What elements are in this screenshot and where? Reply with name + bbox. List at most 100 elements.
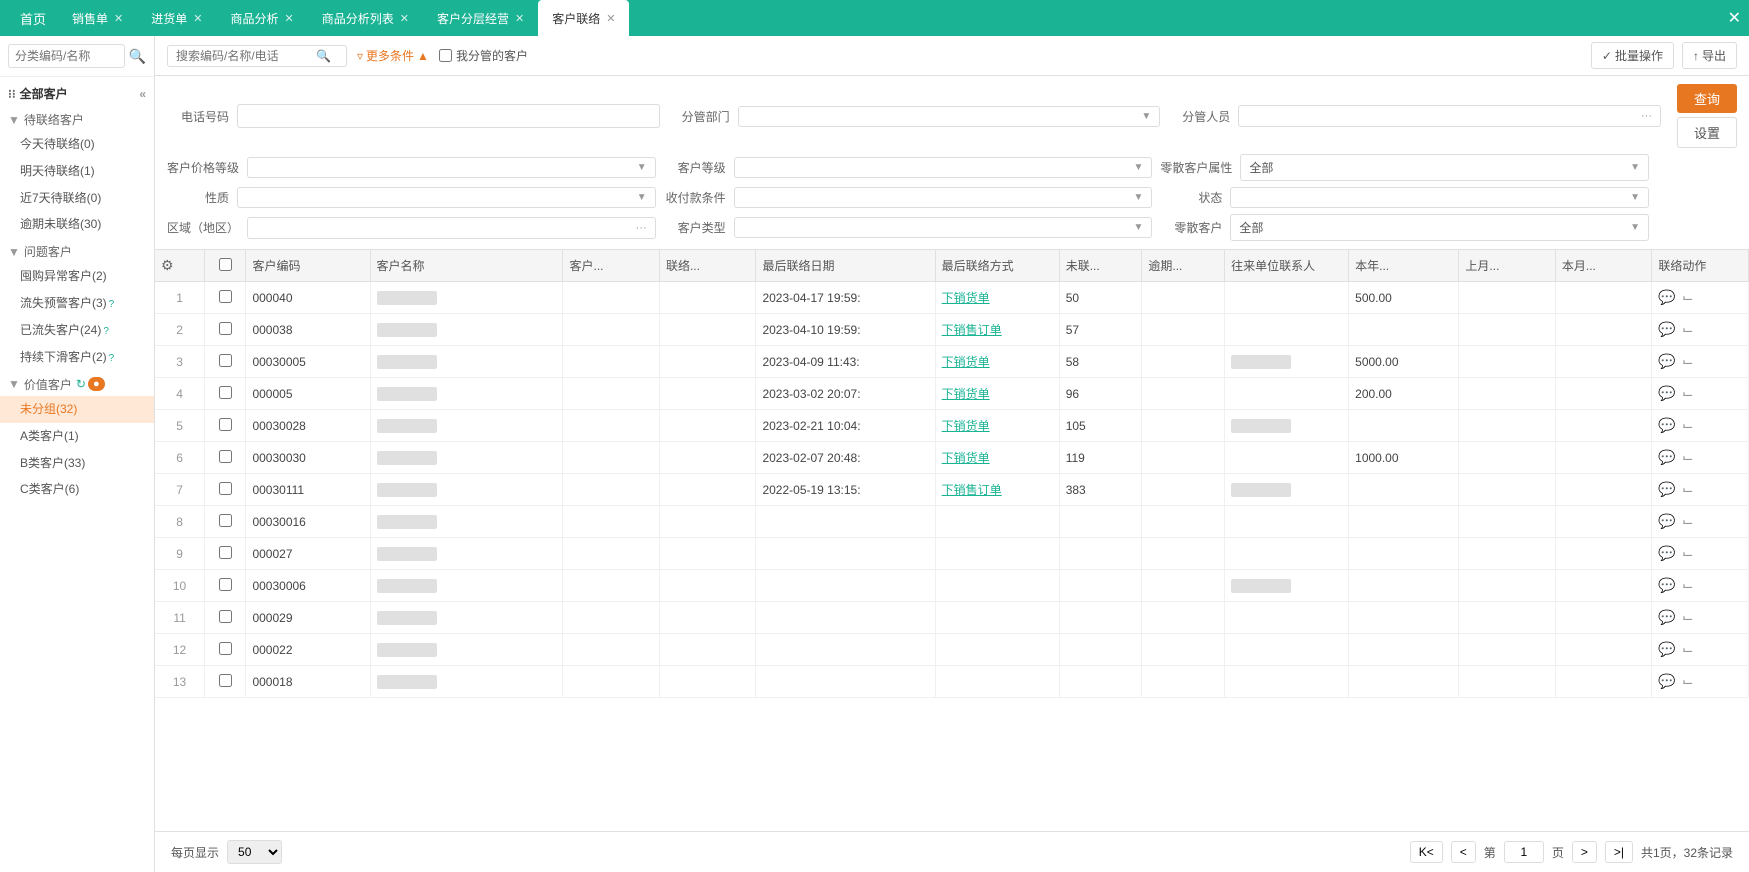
last-page-btn[interactable]: >| (1605, 841, 1633, 863)
nav-tab-analysis-close[interactable]: ✕ (285, 12, 294, 25)
message-icon[interactable]: 💬 (1658, 289, 1675, 306)
nav-home[interactable]: 首页 (8, 0, 58, 36)
row-check[interactable] (205, 538, 246, 570)
sidebar-item-overdue[interactable]: 逾期未联络(30) (0, 211, 154, 238)
query-btn[interactable]: 查询 (1677, 84, 1737, 113)
row-checkbox[interactable] (219, 290, 232, 303)
sidebar-search-icon[interactable]: 🔍 (129, 48, 146, 65)
nav-tab-crm-close[interactable]: ✕ (515, 12, 524, 25)
lastway-link[interactable]: 下销货单 (942, 451, 990, 465)
filter-phone-input[interactable] (237, 104, 660, 128)
filter-payment-select[interactable]: ▼ (734, 187, 1153, 208)
filter-nature-select[interactable]: ▼ (237, 187, 656, 208)
message-icon[interactable]: 💬 (1658, 545, 1675, 562)
row-checkbox[interactable] (219, 610, 232, 623)
grid-action-icon[interactable]: ⌙ (1682, 673, 1694, 690)
filter-search-input[interactable] (176, 49, 316, 63)
filter-search-icon[interactable]: 🔍 (316, 49, 331, 63)
message-icon[interactable]: 💬 (1658, 481, 1675, 498)
th-lastdate[interactable]: 最后联络日期 (756, 250, 935, 282)
nav-tab-sales-close[interactable]: ✕ (114, 12, 123, 25)
refresh-icon[interactable]: ↻ (76, 377, 86, 391)
th-check[interactable] (205, 250, 246, 282)
filter-cust-grade-select[interactable]: ▼ (734, 157, 1153, 178)
row-check[interactable] (205, 666, 246, 698)
row-check[interactable] (205, 314, 246, 346)
sidebar-item-decline[interactable]: 持续下滑客户(2)? (0, 344, 154, 371)
lastway-link[interactable]: 下销货单 (942, 291, 990, 305)
message-icon[interactable]: 💬 (1658, 513, 1675, 530)
batch-ops-btn[interactable]: ✓ 批量操作 (1591, 42, 1674, 69)
my-customers-checkbox[interactable] (439, 49, 452, 62)
page-size-select[interactable]: 50 20 100 (227, 840, 282, 864)
message-icon[interactable]: 💬 (1658, 609, 1675, 626)
row-checkbox[interactable] (219, 578, 232, 591)
row-check[interactable] (205, 442, 246, 474)
lastway-link[interactable]: 下销货单 (942, 355, 990, 369)
sidebar-group-value[interactable]: ▼ 价值客户 ↻ ● (0, 371, 154, 396)
next-page-btn[interactable]: > (1572, 841, 1597, 863)
th-name[interactable]: 客户名称 (370, 250, 563, 282)
sidebar-item-ungroup[interactable]: 未分组(32) (0, 396, 154, 423)
grid-action-icon[interactable]: ⌙ (1682, 353, 1694, 370)
grid-action-icon[interactable]: ⌙ (1682, 417, 1694, 434)
sidebar-item-hoard[interactable]: 囤购异常客户(2) (0, 263, 154, 290)
filter-dept-select[interactable]: ▼ (738, 106, 1161, 127)
nav-tab-contact-close[interactable]: ✕ (606, 12, 615, 25)
nav-tab-analysis[interactable]: 商品分析 ✕ (216, 0, 307, 36)
nav-tab-sales[interactable]: 销售单 ✕ (58, 0, 137, 36)
nav-tab-analysis-list-close[interactable]: ✕ (400, 12, 409, 25)
row-check[interactable] (205, 346, 246, 378)
sidebar-item-7days[interactable]: 近7天待联络(0) (0, 185, 154, 212)
row-checkbox[interactable] (219, 322, 232, 335)
message-icon[interactable]: 💬 (1658, 577, 1675, 594)
row-check[interactable] (205, 602, 246, 634)
nav-tab-analysis-list[interactable]: 商品分析列表 ✕ (308, 0, 423, 36)
message-icon[interactable]: 💬 (1658, 641, 1675, 658)
grid-action-icon[interactable]: ⌙ (1682, 545, 1694, 562)
lastway-link[interactable]: 下销售订单 (942, 323, 1002, 337)
row-check[interactable] (205, 634, 246, 666)
page-number-input[interactable] (1504, 841, 1544, 863)
message-icon[interactable]: 💬 (1658, 321, 1675, 338)
sidebar-item-tomorrow[interactable]: 明天待联络(1) (0, 158, 154, 185)
filter-manager-select[interactable]: ··· (1238, 105, 1661, 127)
filter-retail-select[interactable]: 全部 ▼ (1230, 214, 1649, 241)
row-check[interactable] (205, 410, 246, 442)
grid-action-icon[interactable]: ⌙ (1682, 449, 1694, 466)
filter-status-select[interactable]: ▼ (1230, 187, 1649, 208)
sidebar-group-pending[interactable]: ▼ 待联络客户 (0, 106, 154, 131)
row-check[interactable] (205, 378, 246, 410)
filter-more-btn[interactable]: ▿ 更多条件 ▲ (357, 47, 429, 64)
first-page-btn[interactable]: K< (1410, 841, 1443, 863)
sidebar-item-today[interactable]: 今天待联络(0) (0, 131, 154, 158)
row-checkbox[interactable] (219, 418, 232, 431)
message-icon[interactable]: 💬 (1658, 417, 1675, 434)
row-checkbox[interactable] (219, 482, 232, 495)
message-icon[interactable]: 💬 (1658, 673, 1675, 690)
sidebar-item-b[interactable]: B类客户(33) (0, 450, 154, 477)
settings-icon[interactable]: ⚙ (161, 257, 174, 273)
row-checkbox[interactable] (219, 354, 232, 367)
row-check[interactable] (205, 570, 246, 602)
grid-action-icon[interactable]: ⌙ (1682, 385, 1694, 402)
nav-tab-crm[interactable]: 客户分层经营 ✕ (423, 0, 538, 36)
grid-action-icon[interactable]: ⌙ (1682, 513, 1694, 530)
row-check[interactable] (205, 506, 246, 538)
sidebar-all-customers[interactable]: ⁝⁝ 全部客户 « (0, 77, 154, 106)
filter-retail-attr-select[interactable]: 全部 ▼ (1240, 154, 1649, 181)
filter-price-grade-select[interactable]: ▼ (247, 157, 656, 178)
export-btn[interactable]: ↑ 导出 (1682, 42, 1737, 69)
row-checkbox[interactable] (219, 642, 232, 655)
filter-cust-type-select[interactable]: ▼ (734, 217, 1153, 238)
grid-action-icon[interactable]: ⌙ (1682, 609, 1694, 626)
sidebar-collapse-icon[interactable]: « (139, 87, 146, 101)
reset-btn[interactable]: 设置 (1677, 117, 1737, 148)
row-checkbox[interactable] (219, 546, 232, 559)
message-icon[interactable]: 💬 (1658, 449, 1675, 466)
grid-action-icon[interactable]: ⌙ (1682, 289, 1694, 306)
nav-tab-purchase[interactable]: 进货单 ✕ (137, 0, 216, 36)
sidebar-search-input[interactable] (8, 44, 125, 68)
my-customers-check[interactable]: 我分管的客户 (439, 47, 528, 64)
th-code[interactable]: 客户编码 (246, 250, 370, 282)
